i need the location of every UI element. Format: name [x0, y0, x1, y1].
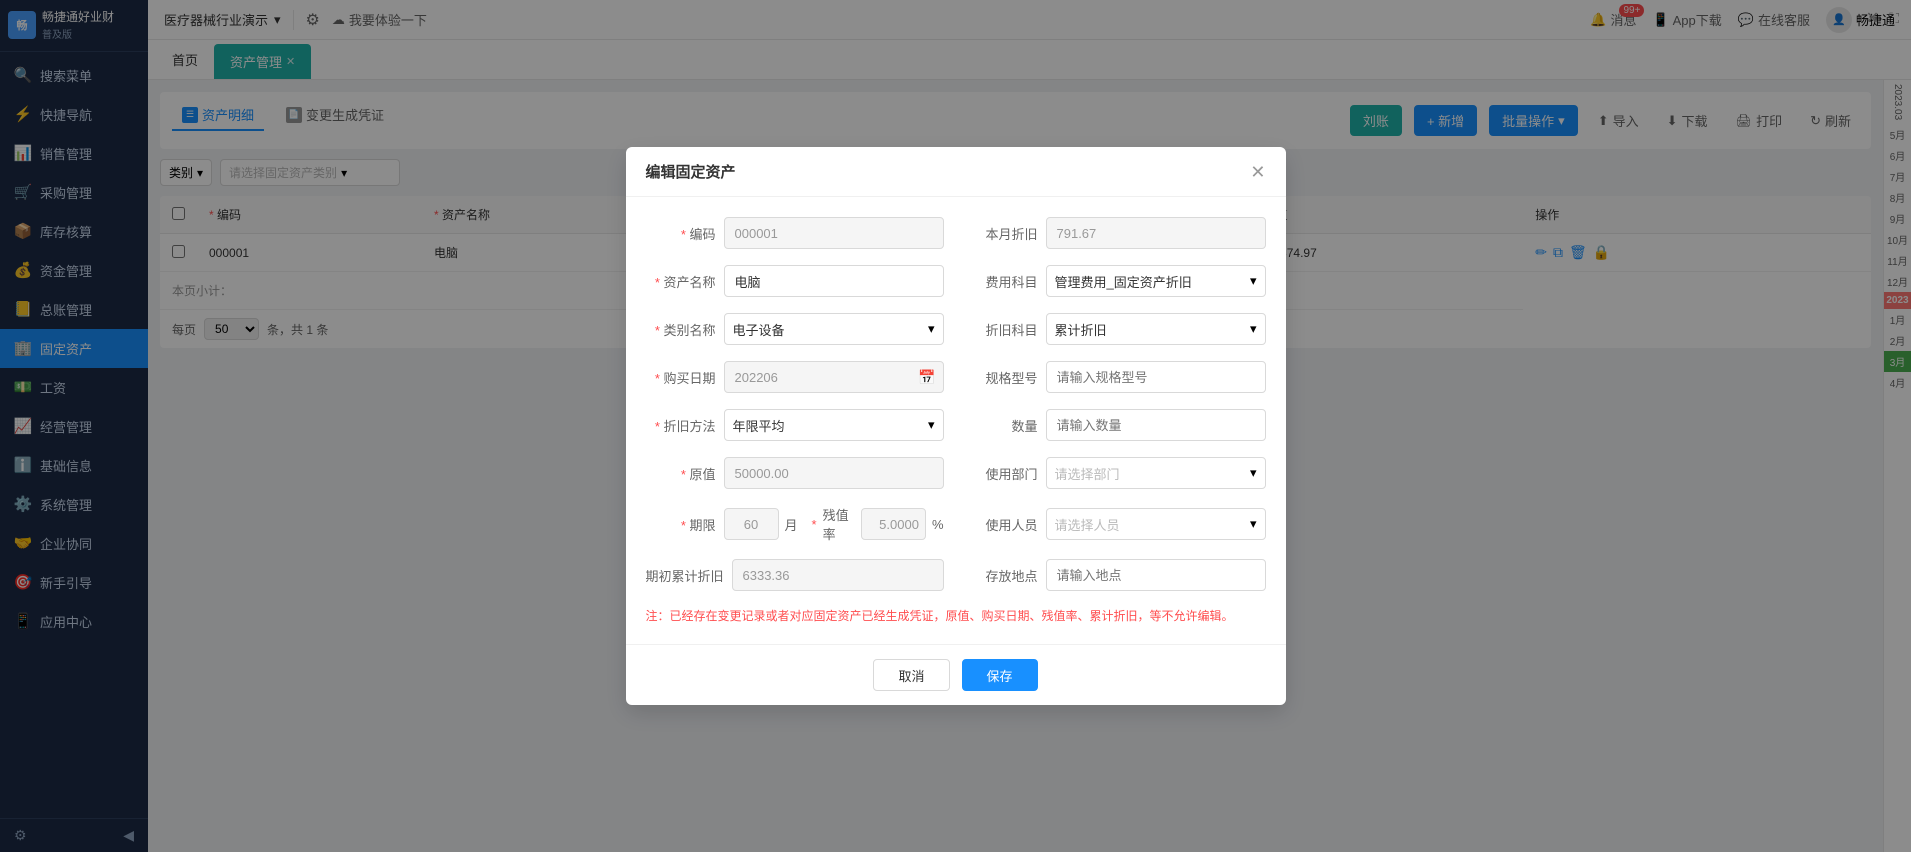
method-value: 年限平均 — [733, 416, 785, 435]
modal-title: 编辑固定资产 — [646, 161, 736, 182]
initial-dep-label: 期初累计折旧 — [646, 566, 724, 585]
dep-subject-dropdown-icon: ▾ — [1250, 321, 1257, 337]
quantity-label: 数量 — [968, 416, 1038, 435]
department-select[interactable]: 请选择部门 ▾ — [1046, 457, 1266, 489]
note-text: 注：已经存在变更记录或者对应固定资产已经生成凭证，原值、购买日期、残值率、累计折… — [646, 609, 1234, 623]
person-dropdown-icon: ▾ — [1250, 516, 1257, 532]
code-label: 编码 — [646, 224, 716, 243]
department-label: 使用部门 — [968, 464, 1038, 483]
cancel-button[interactable]: 取消 — [873, 659, 949, 691]
original-value-input[interactable] — [724, 457, 944, 489]
calendar-icon: 📅 — [918, 369, 935, 386]
residual-label: 残值率 — [823, 505, 855, 543]
department-dropdown-icon: ▾ — [1250, 465, 1257, 481]
period-unit: 月 — [785, 515, 798, 534]
form-item-location: 存放地点 — [968, 559, 1266, 591]
method-select[interactable]: 年限平均 ▾ — [724, 409, 944, 441]
method-label: 折旧方法 — [646, 416, 716, 435]
form-item-category: 类别名称 电子设备 ▾ — [646, 313, 944, 345]
dep-subject-label: 折旧科目 — [968, 320, 1038, 339]
form-item-code: 编码 — [646, 217, 944, 249]
form-item-monthly-dep: 本月折旧 — [968, 217, 1266, 249]
name-input[interactable] — [724, 265, 944, 297]
original-value-label: 原值 — [646, 464, 716, 483]
modal-footer: 取消 保存 — [626, 644, 1286, 705]
form-note: 注：已经存在变更记录或者对应固定资产已经生成凭证，原值、购买日期、残值率、累计折… — [646, 607, 1266, 624]
form-item-method: 折旧方法 年限平均 ▾ — [646, 409, 944, 441]
modal-body: 编码 本月折旧 资产名称 费用科目 管理费用_固定资产折旧 — [626, 197, 1286, 644]
spec-label: 规格型号 — [968, 368, 1038, 387]
save-button[interactable]: 保存 — [962, 659, 1038, 691]
category-value: 电子设备 — [733, 320, 785, 339]
form-item-quantity: 数量 — [968, 409, 1266, 441]
period-input[interactable] — [724, 508, 779, 540]
category-label: 类别名称 — [646, 320, 716, 339]
expense-subject-dropdown-icon: ▾ — [1250, 273, 1257, 289]
initial-dep-input[interactable] — [732, 559, 944, 591]
residual-asterisk: * — [812, 517, 817, 532]
purchase-date-input[interactable] — [724, 361, 944, 393]
period-residual-row: 月 * 残值率 % — [724, 505, 944, 543]
purchase-date-wrapper: 📅 — [724, 361, 944, 393]
period-label: 期限 — [646, 515, 716, 534]
category-select[interactable]: 电子设备 ▾ — [724, 313, 944, 345]
dep-subject-select[interactable]: 累计折旧 ▾ — [1046, 313, 1266, 345]
code-input[interactable] — [724, 217, 944, 249]
form-item-dep-subject: 折旧科目 累计折旧 ▾ — [968, 313, 1266, 345]
name-label: 资产名称 — [646, 272, 716, 291]
expense-subject-value: 管理费用_固定资产折旧 — [1055, 272, 1192, 291]
category-dropdown-icon: ▾ — [928, 321, 935, 337]
person-select[interactable]: 请选择人员 ▾ — [1046, 508, 1266, 540]
residual-input[interactable] — [861, 508, 926, 540]
location-label: 存放地点 — [968, 566, 1038, 585]
expense-subject-label: 费用科目 — [968, 272, 1038, 291]
spec-input[interactable] — [1046, 361, 1266, 393]
form-item-purchase-date: 购买日期 📅 — [646, 361, 944, 393]
person-label: 使用人员 — [968, 515, 1038, 534]
modal-close-icon[interactable]: ✕ — [1250, 163, 1265, 181]
monthly-dep-label: 本月折旧 — [968, 224, 1038, 243]
form-item-initial-dep: 期初累计折旧 — [646, 559, 944, 591]
form-item-name: 资产名称 — [646, 265, 944, 297]
modal-overlay: 编辑固定资产 ✕ 编码 本月折旧 资产名称 — [0, 0, 1911, 852]
purchase-date-label: 购买日期 — [646, 368, 716, 387]
modal-header: 编辑固定资产 ✕ — [626, 147, 1286, 197]
person-placeholder: 请选择人员 — [1055, 515, 1120, 534]
form-grid: 编码 本月折旧 资产名称 费用科目 管理费用_固定资产折旧 — [646, 217, 1266, 624]
department-placeholder: 请选择部门 — [1055, 464, 1120, 483]
form-item-period: 期限 月 * 残值率 % — [646, 505, 944, 543]
form-item-spec: 规格型号 — [968, 361, 1266, 393]
expense-subject-select[interactable]: 管理费用_固定资产折旧 ▾ — [1046, 265, 1266, 297]
dep-subject-value: 累计折旧 — [1055, 320, 1107, 339]
monthly-dep-input[interactable] — [1046, 217, 1266, 249]
method-dropdown-icon: ▾ — [928, 417, 935, 433]
form-item-expense-subject: 费用科目 管理费用_固定资产折旧 ▾ — [968, 265, 1266, 297]
quantity-input[interactable] — [1046, 409, 1266, 441]
form-item-original-value: 原值 — [646, 457, 944, 489]
location-input[interactable] — [1046, 559, 1266, 591]
form-item-person: 使用人员 请选择人员 ▾ — [968, 505, 1266, 543]
edit-asset-modal: 编辑固定资产 ✕ 编码 本月折旧 资产名称 — [626, 147, 1286, 705]
form-item-department: 使用部门 请选择部门 ▾ — [968, 457, 1266, 489]
residual-unit: % — [932, 517, 944, 532]
